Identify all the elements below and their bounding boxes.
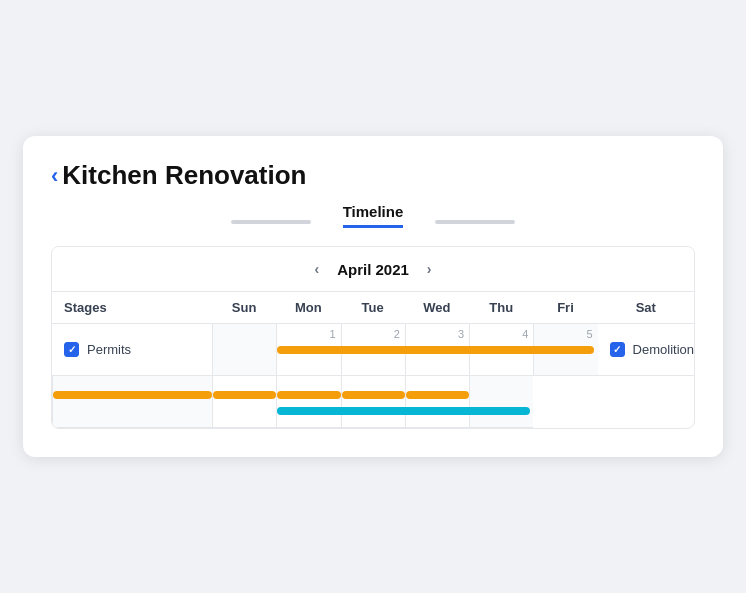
back-nav: ‹ Kitchen Renovation xyxy=(51,160,695,191)
tab-decoration-right xyxy=(435,220,515,224)
calendar-grid: Stages Sun Mon Tue Wed Thu Fri Sat Permi… xyxy=(52,292,694,428)
tab-timeline[interactable]: Timeline xyxy=(343,203,404,220)
day-dem-w1-sun xyxy=(52,376,212,428)
col-header-fri: Fri xyxy=(533,292,597,324)
stage-demolition-label: Demolition xyxy=(633,342,694,357)
col-header-mon: Mon xyxy=(276,292,340,324)
calendar-container: ‹ April 2021 › Stages Sun Mon Tue Wed Th… xyxy=(51,246,695,429)
month-label: April 2021 xyxy=(337,261,409,278)
prev-month-button[interactable]: ‹ xyxy=(308,259,325,279)
col-header-stages: Stages xyxy=(52,292,212,324)
checkbox-permits[interactable] xyxy=(64,342,79,357)
stage-permits-label: Permits xyxy=(87,342,131,357)
stage-permits: Permits xyxy=(52,324,212,376)
demolition-bar-cyan xyxy=(277,407,530,415)
col-header-sun: Sun xyxy=(212,292,276,324)
calendar-header: ‹ April 2021 › xyxy=(52,247,694,292)
day-dem-w1-mon xyxy=(212,376,276,428)
col-header-sat: Sat xyxy=(598,292,694,324)
permits-bar-cont xyxy=(53,391,212,399)
day-dem-w1-sat xyxy=(469,376,533,428)
permits-bar-cont5 xyxy=(406,391,469,399)
tab-decoration-left xyxy=(231,220,311,224)
day-w1-mon: 1 xyxy=(276,324,340,376)
tabs-row: Timeline xyxy=(51,203,695,228)
day-dem-w1-thu xyxy=(405,376,469,428)
permits-bar-cont4 xyxy=(342,391,405,399)
col-header-tue: Tue xyxy=(341,292,405,324)
main-card: ‹ Kitchen Renovation Timeline ‹ April 20… xyxy=(23,136,723,457)
day-w1-sun xyxy=(212,324,276,376)
checkbox-demolition[interactable] xyxy=(610,342,625,357)
page-title: Kitchen Renovation xyxy=(62,160,306,191)
day-dem-w1-wed xyxy=(341,376,405,428)
permits-bar-cont3 xyxy=(277,391,340,399)
permits-bar xyxy=(277,346,593,354)
day-dem-w1-tue xyxy=(276,376,340,428)
permits-bar-cont2 xyxy=(213,391,276,399)
col-header-thu: Thu xyxy=(469,292,533,324)
col-header-wed: Wed xyxy=(405,292,469,324)
stage-demolition: Demolition xyxy=(598,324,694,376)
next-month-button[interactable]: › xyxy=(421,259,438,279)
back-chevron-icon[interactable]: ‹ xyxy=(51,165,58,187)
